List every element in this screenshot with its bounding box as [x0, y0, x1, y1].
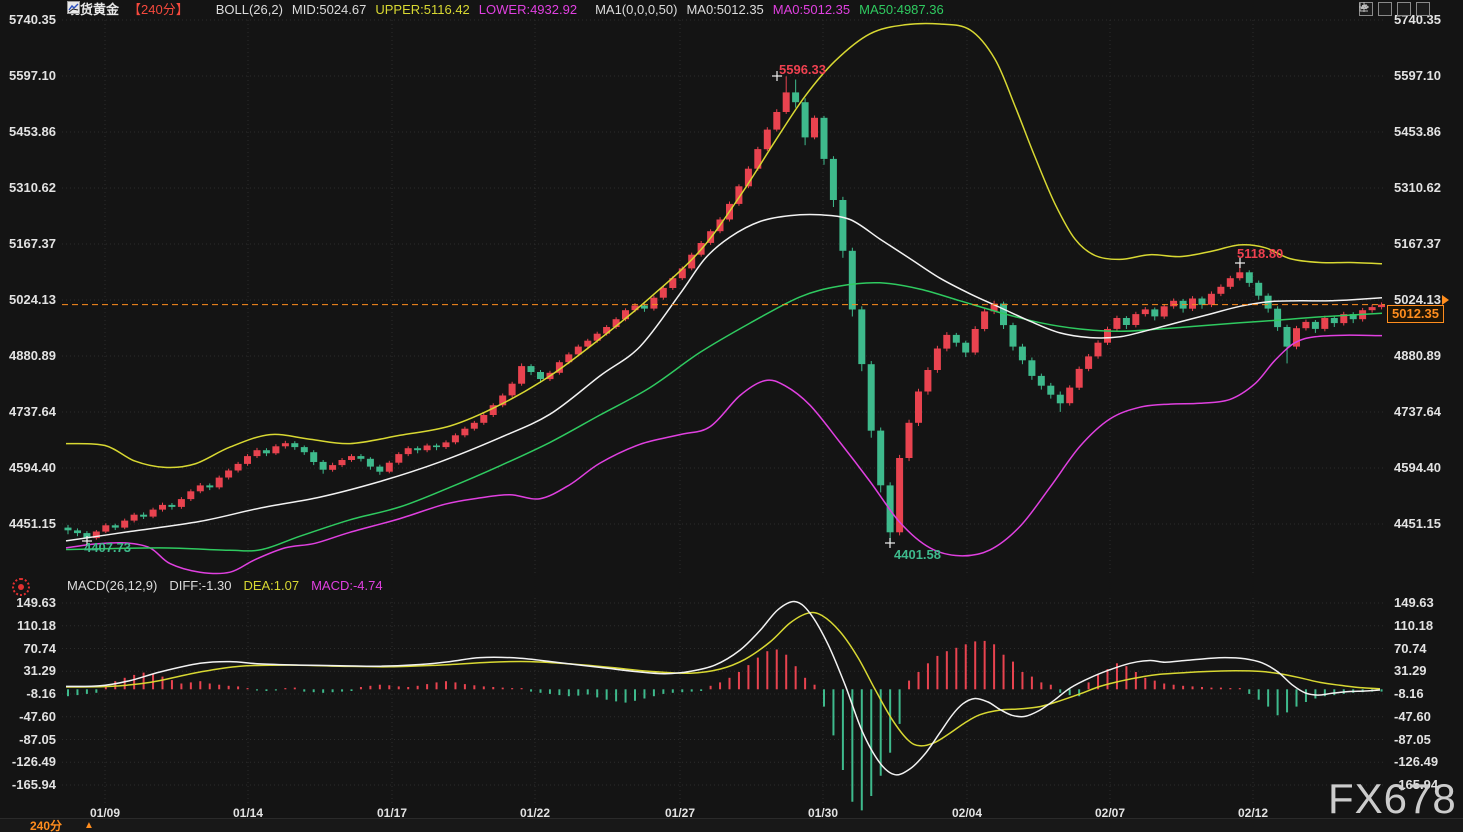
macd-diff-value: DIFF:-1.30 [169, 578, 231, 594]
macd-axis-label-left: 31.29 [4, 663, 56, 678]
timeframe-selector[interactable]: 240分 [30, 819, 62, 832]
boll-label: BOLL(26,2) [216, 1, 283, 19]
ma50-value: MA50:4987.36 [859, 1, 944, 19]
boll-lower-line [66, 335, 1382, 573]
price-axis-label-left: 4594.40 [4, 460, 56, 475]
ma1-label: MA1(0,0,0,50) [595, 1, 677, 19]
macd-axis-label-right: 31.29 [1394, 663, 1427, 678]
price-axis-label-right: 4880.89 [1394, 348, 1441, 363]
price-axis-label-left: 5310.62 [4, 180, 56, 195]
panel-export-icon[interactable] [1416, 2, 1430, 16]
macd-dea-line [66, 613, 1380, 746]
status-bar: 240分 ▲ [0, 818, 1463, 832]
price-axis-label-right: 4451.15 [1394, 516, 1441, 531]
price-axis-label-right: 5453.86 [1394, 124, 1441, 139]
macd-axis-label-left: -8.16 [4, 686, 56, 701]
boll-mid-value: MID:5024.67 [292, 1, 366, 19]
price-axis-label-right: 5167.37 [1394, 236, 1441, 251]
low-annotation: 4401.58 [894, 547, 941, 562]
macd-axis-label-left: 110.18 [4, 618, 56, 633]
macd-axis-label-right: 149.63 [1394, 595, 1434, 610]
chart-canvas[interactable] [0, 0, 1463, 832]
ma50-line [66, 283, 1382, 551]
macd-panel [66, 602, 1382, 811]
macd-axis-label-right: -126.49 [1394, 754, 1438, 769]
panel-marker-icon [12, 578, 30, 596]
macd-dea-value: DEA:1.07 [243, 578, 299, 594]
macd-histogram [68, 641, 1382, 811]
indicator-legend-bar: 现货黄金【240分】BOLL(26,2)MID:5024.67UPPER:511… [67, 1, 944, 19]
macd-axis-label-left: 70.74 [4, 641, 56, 656]
ma0-white-value: MA0:5012.35 [686, 1, 763, 19]
timeframe-expand-icon[interactable]: ▲ [84, 819, 94, 832]
chart-application: 现货黄金【240分】BOLL(26,2)MID:5024.67UPPER:511… [0, 0, 1463, 832]
price-axis-label-right: 4594.40 [1394, 460, 1441, 475]
panel-layout-icon[interactable] [1378, 2, 1392, 16]
price-axis-label-left: 4451.15 [4, 516, 56, 531]
price-axis-label-left: 5024.13 [4, 292, 56, 307]
price-axis-label-left: 5453.86 [4, 124, 56, 139]
macd-params-label: MACD(26,12,9) [67, 578, 157, 594]
price-axis-label-right: 4737.64 [1394, 404, 1441, 419]
timeframe-label: 【240分】 [128, 1, 189, 19]
macd-axis-label-left: 149.63 [4, 595, 56, 610]
price-axis-label-left: 5597.10 [4, 68, 56, 83]
price-axis-label-right: 5597.10 [1394, 68, 1441, 83]
macd-axis-label-right: 110.18 [1394, 618, 1433, 633]
macd-axis-label-left: -47.60 [4, 709, 56, 724]
low-annotation-left: 4407.73 [84, 540, 131, 555]
price-panel [62, 23, 1385, 573]
ma0-magenta-value: MA0:5012.35 [773, 1, 850, 19]
boll-upper-line [66, 23, 1382, 467]
boll-lower-value: LOWER:4932.92 [479, 1, 577, 19]
macd-axis-label-right: -47.60 [1394, 709, 1431, 724]
macd-axis-label-right: -87.05 [1394, 732, 1431, 747]
macd-axis-label-right: 70.74 [1394, 641, 1427, 656]
chart-toolbar [1359, 2, 1430, 16]
macd-axis-label-left: -165.94 [4, 777, 56, 792]
macd-axis-label-right: -8.16 [1394, 686, 1424, 701]
extreme-cross-marks [82, 71, 1245, 548]
right-high-annotation: 5118.80 [1237, 246, 1283, 261]
price-marker-icon [1442, 295, 1449, 305]
panel-compare-icon[interactable] [1397, 2, 1411, 16]
watermark: FX678 [1328, 775, 1457, 823]
macd-macd-value: MACD:-4.74 [311, 578, 383, 594]
high-annotation: 5596.33 [779, 62, 826, 77]
price-axis-label-right: 5310.62 [1394, 180, 1441, 195]
price-axis-label-left: 5167.37 [4, 236, 56, 251]
price-axis-label-left: 5740.35 [4, 12, 56, 27]
boll-upper-value: UPPER:5116.42 [375, 1, 469, 19]
current-price-tag: 5012.35 [1387, 305, 1444, 323]
macd-axis-label-left: -126.49 [4, 754, 56, 769]
price-axis-label-left: 4737.64 [4, 404, 56, 419]
boll-mid-line [66, 214, 1382, 540]
macd-legend-bar: MACD(26,12,9) DIFF:-1.30 DEA:1.07 MACD:-4.7… [67, 578, 383, 594]
candlesticks [65, 76, 1386, 543]
macd-axis-label-left: -87.05 [4, 732, 56, 747]
price-axis-label-left: 4880.89 [4, 348, 56, 363]
